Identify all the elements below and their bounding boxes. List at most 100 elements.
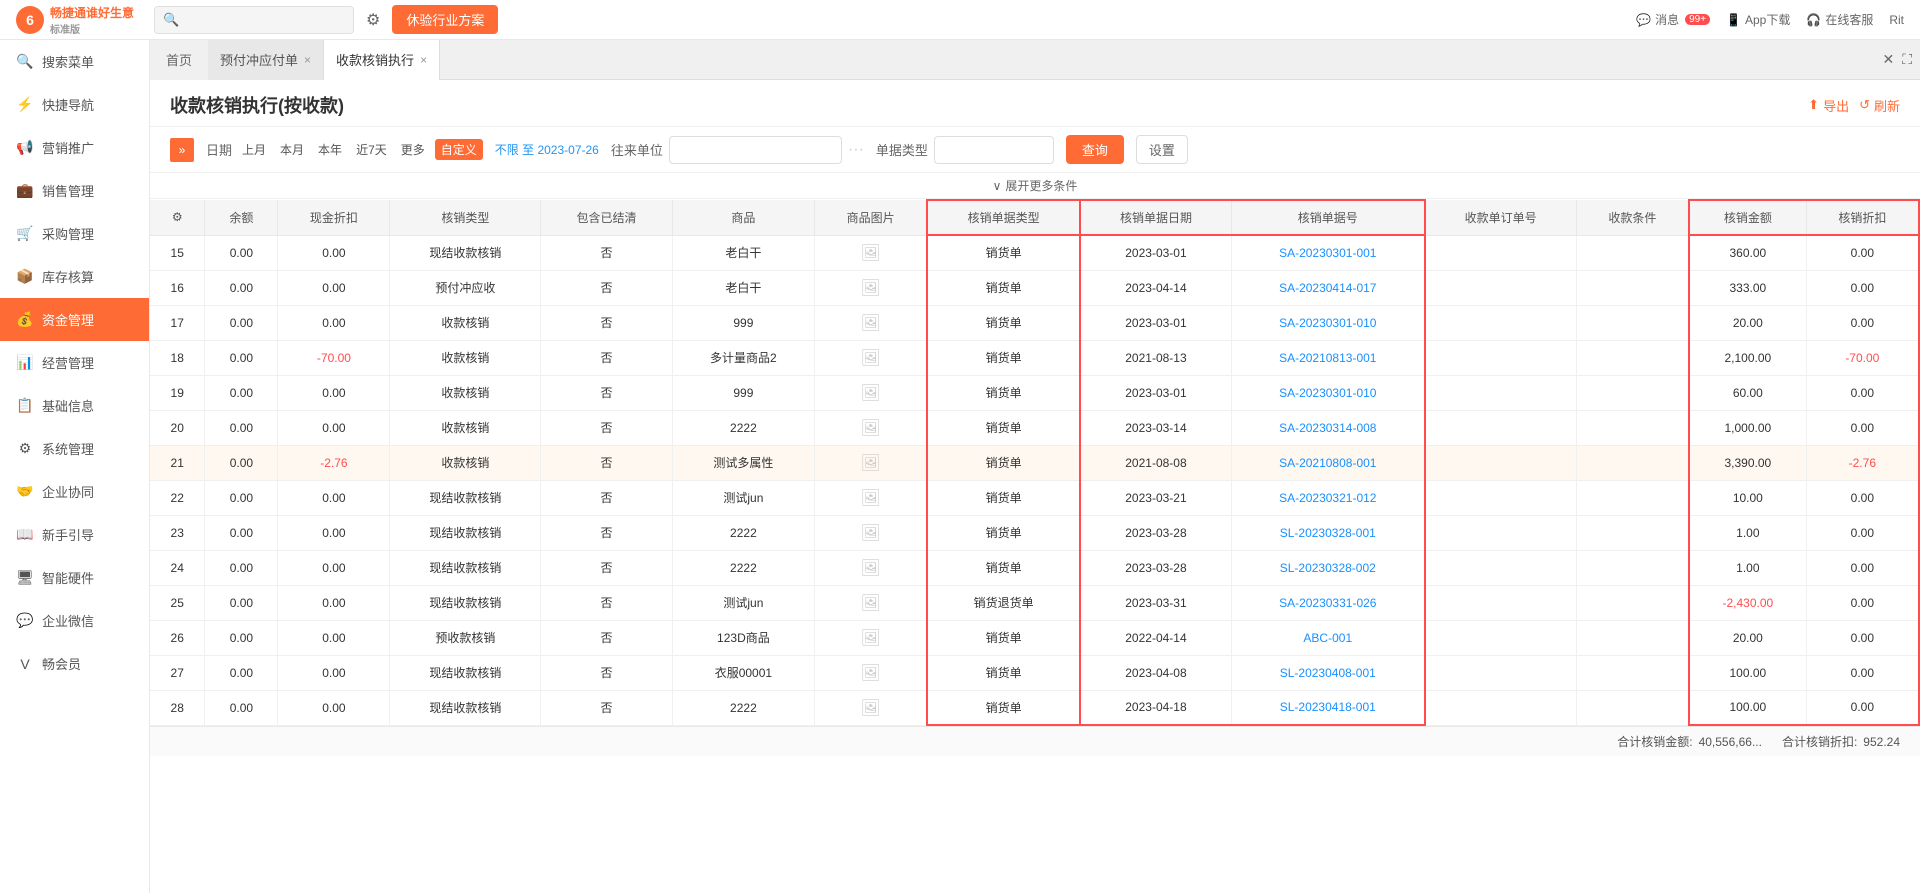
table-cell-9[interactable]: SL-20230408-001 [1232, 655, 1425, 690]
sidebar-item-label: 经营管理 [42, 353, 94, 372]
table-cell-8: 2023-03-28 [1080, 550, 1232, 585]
doc-no-link[interactable]: SA-20230331-026 [1279, 596, 1376, 610]
table-cell-9[interactable]: SL-20230328-002 [1232, 550, 1425, 585]
table-cell-9[interactable]: SA-20230301-001 [1232, 235, 1425, 270]
table-cell-9[interactable]: SA-20210808-001 [1232, 445, 1425, 480]
doc-no-link[interactable]: ABC-001 [1303, 631, 1352, 645]
refresh-icon: ↺ [1859, 97, 1870, 113]
filter-toggle-button[interactable]: » [170, 138, 194, 162]
doc-no-link[interactable]: SA-20230301-010 [1279, 386, 1376, 400]
query-button[interactable]: 查询 [1066, 135, 1124, 164]
table-cell-9[interactable]: SA-20230301-010 [1232, 375, 1425, 410]
table-cell-9[interactable]: SA-20230314-008 [1232, 410, 1425, 445]
more-date-btn[interactable]: 更多 [397, 139, 429, 160]
refresh-button[interactable]: ↺ 刷新 [1859, 96, 1900, 115]
settings-button[interactable]: 设置 [1136, 135, 1188, 164]
export-button[interactable]: ⬆ 导出 [1808, 96, 1849, 115]
tab-expand-btn[interactable]: ⛶ [1902, 51, 1912, 68]
messages-badge: 99+ [1685, 14, 1710, 25]
sidebar-item-智能硬件[interactable]: 🖥智能硬件 [0, 556, 149, 599]
table-row: 210.00-2.76收款核销否测试多属性🖼销货单2021-08-08SA-20… [150, 445, 1919, 480]
table-cell-9[interactable]: SL-20230328-001 [1232, 515, 1425, 550]
table-row: 160.000.00预付冲应收否老白干🖼销货单2023-04-14SA-2023… [150, 270, 1919, 305]
tab2-close-btn[interactable]: × [420, 53, 427, 67]
table-cell-9[interactable]: SL-20230418-001 [1232, 690, 1425, 725]
table-cell-2: 0.00 [278, 305, 390, 340]
doc-no-link[interactable]: SA-20210808-001 [1279, 456, 1376, 470]
sidebar-item-销售管理[interactable]: 💼销售管理 [0, 169, 149, 212]
expand-more-btn[interactable]: ∨ 展开更多条件 [993, 177, 1078, 194]
table-cell-9[interactable]: SA-20230331-026 [1232, 585, 1425, 620]
sidebar-item-营销推广[interactable]: 📢营销推广 [0, 126, 149, 169]
table-cell-6: 🖼 [815, 690, 928, 725]
table-cell-10 [1425, 340, 1577, 375]
table-cell-0: 24 [150, 550, 205, 585]
tab-prepay[interactable]: 预付冲应付单 × [208, 40, 324, 80]
sidebar-item-系统管理[interactable]: ⚙系统管理 [0, 427, 149, 470]
receipt-type-select[interactable] [934, 136, 1054, 164]
tab-home[interactable]: 首页 [150, 40, 208, 80]
sidebar-item-资金管理[interactable]: 💰资金管理 [0, 298, 149, 341]
table-cell-13: 0.00 [1806, 655, 1919, 690]
doc-no-link[interactable]: SL-20230408-001 [1280, 666, 1376, 680]
table-cell-7: 销货单 [927, 305, 1080, 340]
sidebar-item-基础信息[interactable]: 📋基础信息 [0, 384, 149, 427]
sidebar-item-新手引导[interactable]: 📖新手引导 [0, 513, 149, 556]
sidebar-item-采购管理[interactable]: 🛒采购管理 [0, 212, 149, 255]
sidebar-icon: 🛒 [16, 225, 34, 243]
table-cell-9[interactable]: SA-20210813-001 [1232, 340, 1425, 375]
table-cell-7: 销货单 [927, 270, 1080, 305]
table-cell-9[interactable]: SA-20230414-017 [1232, 270, 1425, 305]
messages-icon-group[interactable]: 💬 消息 99+ [1636, 11, 1710, 28]
counterparty-input[interactable] [669, 136, 842, 164]
sidebar-item-经营管理[interactable]: 📊经营管理 [0, 341, 149, 384]
col-header-13: 核销折扣 [1806, 200, 1919, 235]
table-cell-4: 否 [541, 585, 672, 620]
table-cell-9[interactable]: ABC-001 [1232, 620, 1425, 655]
doc-no-link[interactable]: SA-20230321-012 [1279, 491, 1376, 505]
table-cell-10 [1425, 305, 1577, 340]
tab-close-all-btn[interactable]: ✕ [1882, 51, 1894, 68]
sidebar-item-label: 系统管理 [42, 439, 94, 458]
table-cell-7: 销货单 [927, 550, 1080, 585]
doc-no-link[interactable]: SL-20230328-002 [1280, 561, 1376, 575]
this-month-btn[interactable]: 本月 [276, 139, 308, 160]
table-row: 240.000.00现结收款核销否2222🖼销货单2023-03-28SL-20… [150, 550, 1919, 585]
table-cell-13: 0.00 [1806, 410, 1919, 445]
this-year-btn[interactable]: 本年 [314, 139, 346, 160]
table-cell-3: 收款核销 [390, 375, 541, 410]
doc-no-link[interactable]: SA-20230314-008 [1279, 421, 1376, 435]
doc-no-link[interactable]: SA-20230301-010 [1279, 316, 1376, 330]
tab1-close-btn[interactable]: × [304, 53, 311, 67]
doc-no-link[interactable]: SA-20230301-001 [1279, 246, 1376, 260]
doc-no-link[interactable]: SA-20210813-001 [1279, 351, 1376, 365]
last-month-btn[interactable]: 上月 [238, 139, 270, 160]
table-cell-9[interactable]: SA-20230301-010 [1232, 305, 1425, 340]
doc-no-link[interactable]: SL-20230418-001 [1280, 700, 1376, 714]
online-service-link[interactable]: 🎧 在线客服 [1806, 11, 1873, 28]
sidebar-item-企业协同[interactable]: 🤝企业协同 [0, 470, 149, 513]
table-cell-12: 20.00 [1689, 620, 1806, 655]
counterparty-dots-btn[interactable]: ··· [848, 141, 864, 159]
app-download-link[interactable]: 📱 App下载 [1726, 11, 1790, 28]
tab-collection[interactable]: 收款核销执行 × [324, 40, 440, 80]
sidebar-item-快捷导航[interactable]: ⚡快捷导航 [0, 83, 149, 126]
table-cell-13: 0.00 [1806, 480, 1919, 515]
sidebar-icon: 🔍 [16, 53, 34, 71]
sidebar-item-企业微信[interactable]: 💬企业微信 [0, 599, 149, 642]
table-cell-8: 2023-04-08 [1080, 655, 1232, 690]
sidebar-item-库存核算[interactable]: 📦库存核算 [0, 255, 149, 298]
custom-date-btn[interactable]: 自定义 [435, 139, 483, 160]
doc-no-link[interactable]: SA-20230414-017 [1279, 281, 1376, 295]
sidebar-item-畅会员[interactable]: V畅会员 [0, 642, 149, 685]
7days-btn[interactable]: 近7天 [352, 139, 391, 160]
sidebar-item-搜索菜单[interactable]: 🔍搜索菜单 [0, 40, 149, 83]
user-name-display[interactable]: Rit [1889, 13, 1904, 27]
content-area: 首页 预付冲应付单 × 收款核销执行 × ✕ ⛶ 收款核销执行(按收款) ⬆ 导… [150, 40, 1920, 893]
industry-button[interactable]: 休验行业方案 [392, 5, 498, 34]
table-cell-4: 否 [541, 445, 672, 480]
gear-icon[interactable]: ⚙ [366, 10, 380, 30]
doc-no-link[interactable]: SL-20230328-001 [1280, 526, 1376, 540]
table-cell-9[interactable]: SA-20230321-012 [1232, 480, 1425, 515]
sidebar-icon: 🖥 [16, 569, 34, 587]
